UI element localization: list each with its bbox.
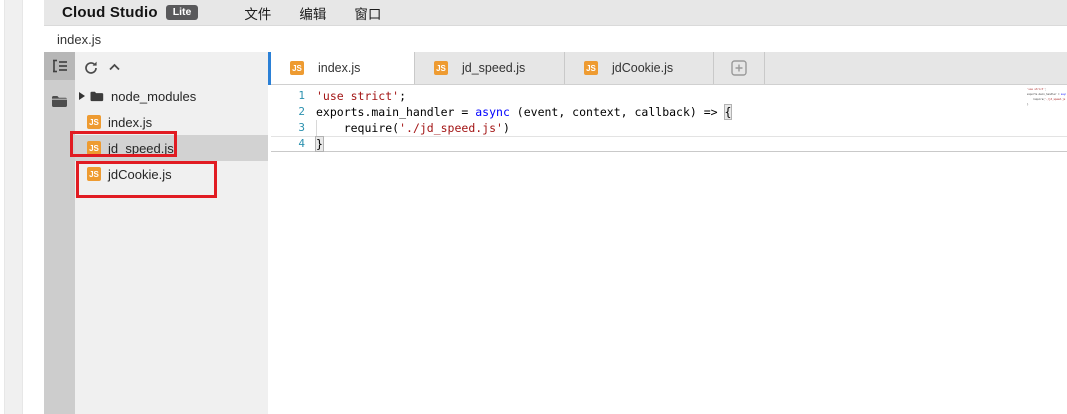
explorer-header [75,52,268,83]
js-file-icon: JS [87,141,101,155]
window-title-row: index.js [44,26,1067,52]
js-file-icon: JS [87,167,101,181]
indent-guide [316,120,317,136]
tree-item-jd-speed-js[interactable]: JS jd_speed.js [75,135,268,161]
code-text: exports.main_handler = async (event, con… [305,104,731,120]
folder-icon [51,95,68,108]
code-lines: 1 'use strict'; 2 exports.main_handler =… [271,88,1067,152]
js-file-icon: JS [87,115,101,129]
menu-item-file[interactable]: 文件 [230,3,285,23]
code-text: require('./jd_speed.js') [305,120,510,136]
line-number: 4 [271,136,305,152]
js-file-icon: JS [434,61,448,75]
minimap-content: 'use strict'; exports.main_handler = asy… [1027,86,1066,110]
window-title: index.js [57,32,101,47]
js-file-icon: JS [290,61,304,75]
menu-item-edit[interactable]: 编辑 [285,3,340,23]
tab-jdcookie-js[interactable]: JS jdCookie.js [564,52,714,84]
collapse-all-button[interactable] [108,61,121,74]
code-editor[interactable]: 1 'use strict'; 2 exports.main_handler =… [271,85,1067,414]
js-file-icon: JS [584,61,598,75]
tab-label: jd_speed.js [462,61,525,75]
explorer-view-button[interactable] [44,52,75,80]
cloud-studio-window: Cloud Studio Lite 文件 编辑 窗口 index.js [44,0,1067,414]
refresh-button[interactable] [84,61,98,75]
new-tab-zone [714,52,765,84]
tree-item-index-js[interactable]: JS index.js [75,109,268,135]
tree-view-icon [52,59,68,73]
folder-icon [90,91,104,102]
activity-bar [44,52,75,414]
code-text: 'use strict'; [305,88,406,104]
tab-jd-speed-js[interactable]: JS jd_speed.js [414,52,564,84]
tree-item-node-modules[interactable]: node_modules [75,83,268,109]
tree-item-jdcookie-js[interactable]: JS jdCookie.js [75,161,268,187]
editor-tab-bar: JS index.js JS jd_speed.js JS jdCookie.j… [271,52,1067,85]
code-line-3: 3 require('./jd_speed.js') [271,120,1067,136]
menu-item-window[interactable]: 窗口 [340,3,395,23]
line-number: 3 [271,120,305,136]
tree-item-label: node_modules [111,89,196,104]
matched-bracket: { [725,105,732,119]
code-line-2: 2 exports.main_handler = async (event, c… [271,104,1067,120]
tab-index-js[interactable]: JS index.js [271,52,414,84]
page-left-gutter [4,0,23,414]
new-tab-button[interactable] [731,60,747,76]
line-number: 1 [271,88,305,104]
top-menu-bar: Cloud Studio Lite 文件 编辑 窗口 [44,0,1067,26]
expand-arrow-icon[interactable] [79,92,85,100]
editor-group: JS index.js JS jd_speed.js JS jdCookie.j… [271,52,1067,414]
code-line-1: 1 'use strict'; [271,88,1067,104]
code-text: } [305,136,323,152]
tree-item-label: jdCookie.js [108,167,172,182]
main-area: node_modules JS index.js JS jd_speed.js … [44,52,1067,414]
line-number: 2 [271,104,305,120]
code-line-4: 4 } [271,136,1067,152]
matched-bracket: } [316,137,323,151]
app-logo: Cloud Studio [62,4,158,21]
menubar: 文件 编辑 窗口 [230,3,395,23]
lite-badge: Lite [166,5,199,21]
tab-label: index.js [318,61,360,75]
folder-view-button[interactable] [44,87,75,115]
tab-label: jdCookie.js [612,61,673,75]
tree-item-label: jd_speed.js [108,141,174,156]
minimap[interactable]: 'use strict'; exports.main_handler = asy… [1027,86,1066,110]
tree-item-label: index.js [108,115,152,130]
file-explorer-panel: node_modules JS index.js JS jd_speed.js … [75,52,268,414]
file-tree: node_modules JS index.js JS jd_speed.js … [75,83,268,187]
